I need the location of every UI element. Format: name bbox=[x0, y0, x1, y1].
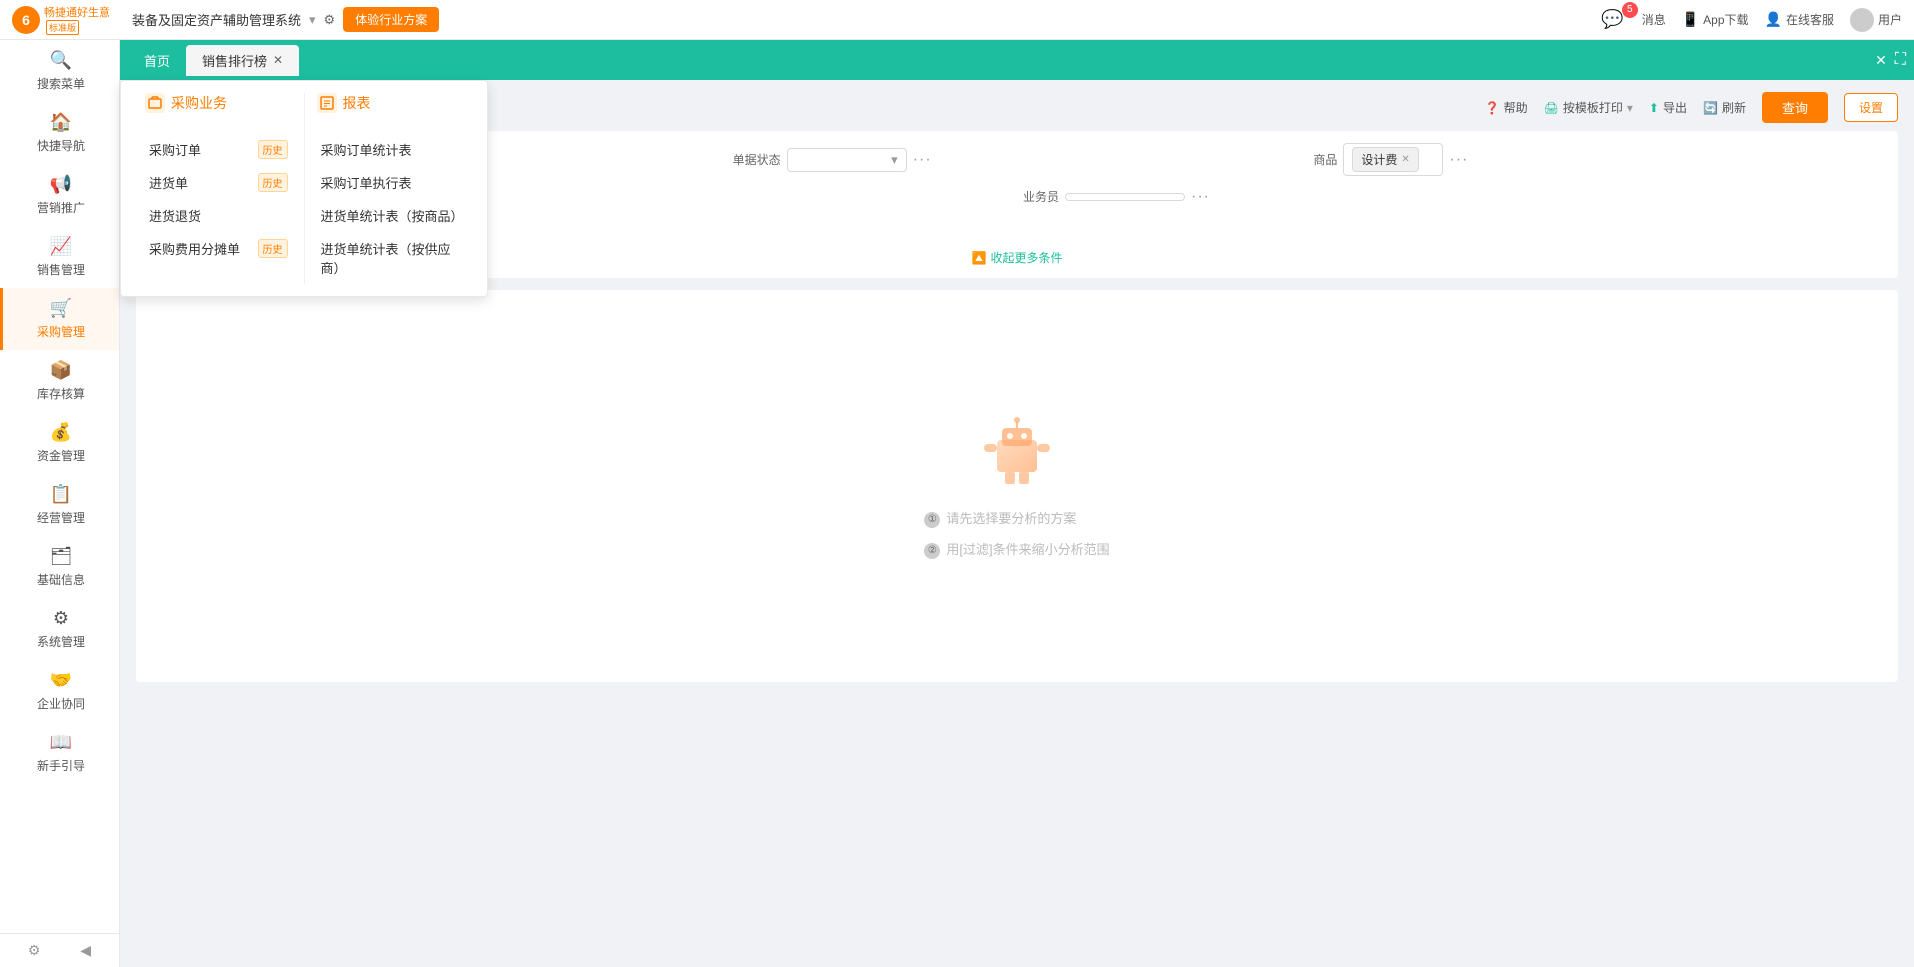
dropdown-columns: 采购业务 采购订单 历史 进货单 历史 进货退货 采购费用分摊单 历史 bbox=[133, 93, 475, 284]
business-title: 采购业务 bbox=[171, 93, 227, 113]
incoming-stats-supplier-label: 进货单统计表（按供应商） bbox=[321, 239, 460, 277]
incoming-stats-goods-label: 进货单统计表（按商品） bbox=[321, 206, 460, 225]
menu-item-return[interactable]: 进货退货 bbox=[145, 199, 292, 232]
report-icon bbox=[317, 93, 337, 113]
menu-item-purchase-order[interactable]: 采购订单 历史 bbox=[145, 133, 292, 166]
business-icon bbox=[145, 93, 165, 113]
menu-item-incoming-stats-supplier[interactable]: 进货单统计表（按供应商） bbox=[317, 232, 464, 284]
purchase-dropdown-menu: 采购业务 采购订单 历史 进货单 历史 进货退货 采购费用分摊单 历史 bbox=[120, 80, 488, 297]
order-stats-label: 采购订单统计表 bbox=[321, 140, 412, 159]
purchase-order-history-badge: 历史 bbox=[258, 140, 288, 159]
menu-item-cost-allocation[interactable]: 采购费用分摊单 历史 bbox=[145, 232, 292, 265]
order-execution-label: 采购订单执行表 bbox=[321, 173, 412, 192]
report-title: 报表 bbox=[343, 93, 371, 113]
business-col: 采购业务 采购订单 历史 进货单 历史 进货退货 采购费用分摊单 历史 bbox=[133, 93, 305, 284]
report-col: 报表 采购订单统计表 采购订单执行表 进货单统计表（按商品） 进货单统计表（按供… bbox=[305, 93, 476, 284]
menu-item-order-execution[interactable]: 采购订单执行表 bbox=[317, 166, 464, 199]
return-label: 进货退货 bbox=[149, 206, 201, 225]
menu-item-incoming[interactable]: 进货单 历史 bbox=[145, 166, 292, 199]
cost-allocation-label: 采购费用分摊单 bbox=[149, 239, 240, 258]
menu-item-incoming-stats-goods[interactable]: 进货单统计表（按商品） bbox=[317, 199, 464, 232]
cost-allocation-history-badge: 历史 bbox=[258, 239, 288, 258]
purchase-order-label: 采购订单 bbox=[149, 140, 201, 159]
incoming-label: 进货单 bbox=[149, 173, 188, 192]
business-col-title: 采购业务 bbox=[145, 93, 292, 121]
incoming-history-badge: 历史 bbox=[258, 173, 288, 192]
menu-item-order-stats[interactable]: 采购订单统计表 bbox=[317, 133, 464, 166]
report-col-title: 报表 bbox=[317, 93, 464, 121]
